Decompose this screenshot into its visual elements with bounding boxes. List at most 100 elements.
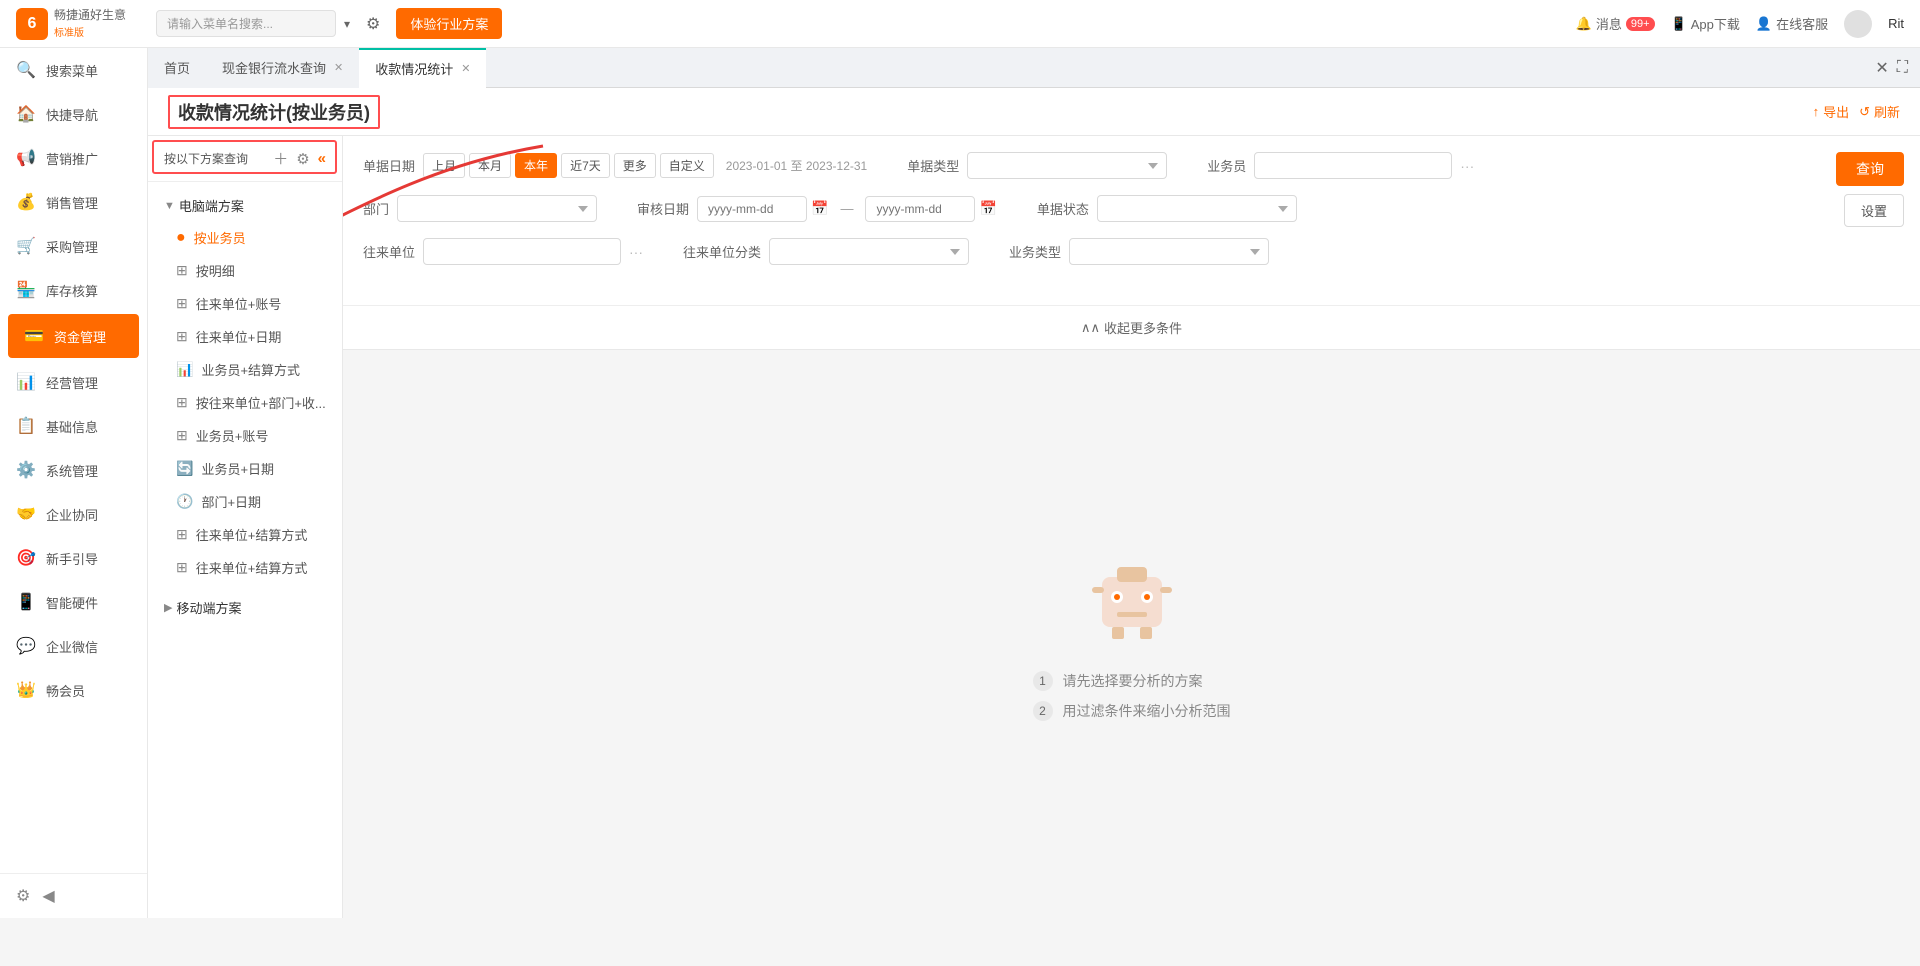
- header-search-box[interactable]: 请输入菜单名搜索...: [156, 10, 336, 37]
- bell-icon: 🔔: [1576, 16, 1592, 32]
- doctype-select[interactable]: [967, 152, 1167, 179]
- filter-partner-cat-field: 往来单位分类: [683, 238, 969, 265]
- scheme-item-sp-account[interactable]: ⊞ 业务员+账号: [148, 419, 342, 452]
- sidebar-bottom: ⚙ ◀: [0, 873, 147, 918]
- scheme-ps2-icon: ⊞: [176, 559, 188, 576]
- prev-month-btn[interactable]: 上月: [423, 153, 465, 178]
- sidebar-item-finance[interactable]: 💳 资金管理: [8, 314, 139, 358]
- sidebar-item-marketing[interactable]: 📢 营销推广: [0, 136, 147, 180]
- sidebar-collapse-icon[interactable]: ◀: [42, 886, 54, 906]
- partner-cat-select[interactable]: [769, 238, 969, 265]
- dept-select[interactable]: [397, 195, 597, 222]
- sidebar-item-enterprise[interactable]: 🤝 企业协同: [0, 492, 147, 536]
- scheme-item-partner-date[interactable]: ⊞ 往来单位+日期: [148, 320, 342, 353]
- wechat-icon: 💬: [16, 636, 36, 656]
- query-button[interactable]: 查询: [1836, 152, 1904, 186]
- tab-bank-flow[interactable]: 现金银行流水查询 ✕: [206, 48, 359, 88]
- gear-icon[interactable]: ⚙: [366, 14, 380, 34]
- scheme-item-by-salesperson[interactable]: ● 按业务员: [148, 221, 342, 254]
- salesperson-input[interactable]: [1254, 152, 1452, 179]
- scheme-item-partner-settle2[interactable]: ⊞ 往来单位+结算方式: [148, 551, 342, 584]
- sidebar-label-marketing: 营销推广: [46, 149, 98, 168]
- scheme-collapse-btn[interactable]: «: [318, 150, 326, 167]
- filter-dept-field: 部门: [363, 195, 597, 222]
- partner-more-btn[interactable]: ···: [629, 244, 643, 260]
- export-btn[interactable]: ↑ 导出: [1813, 102, 1850, 121]
- salesperson-more-btn[interactable]: ···: [1460, 158, 1474, 174]
- collapse-more-btn[interactable]: ∧∧ 收起更多条件: [1081, 318, 1182, 337]
- sidebar-item-quick-nav[interactable]: 🏠 快捷导航: [0, 92, 147, 136]
- nav-dropdown-btn[interactable]: ▾: [344, 17, 350, 31]
- refresh-btn[interactable]: ↺ 刷新: [1859, 102, 1900, 121]
- scheme-add-btn[interactable]: ＋: [273, 148, 288, 169]
- tab-bank-flow-close[interactable]: ✕: [334, 61, 343, 74]
- scheme-item-partner-dept[interactable]: ⊞ 按往来单位+部门+收...: [148, 386, 342, 419]
- sidebar-item-search[interactable]: 🔍 搜索菜单: [0, 48, 147, 92]
- message-btn[interactable]: 🔔 消息 99+: [1576, 14, 1655, 33]
- salesperson-label: 业务员: [1207, 156, 1246, 175]
- settings-button[interactable]: 设置: [1844, 194, 1904, 227]
- sidebar-item-system[interactable]: ⚙️ 系统管理: [0, 448, 147, 492]
- this-month-btn[interactable]: 本月: [469, 153, 511, 178]
- sidebar-item-purchase[interactable]: 🛒 采购管理: [0, 224, 147, 268]
- scheme-settings-btn[interactable]: ⚙: [296, 150, 309, 168]
- scheme-item-by-detail[interactable]: ⊞ 按明细: [148, 254, 342, 287]
- cal-end-icon[interactable]: 📅: [979, 200, 996, 217]
- window-maximize-icon[interactable]: ⛶: [1897, 59, 1908, 77]
- tab-receipt-stats[interactable]: 收款情况统计 ✕: [359, 48, 486, 88]
- sidebar-item-business[interactable]: 📊 经营管理: [0, 360, 147, 404]
- partner-input[interactable]: [423, 238, 621, 265]
- scheme-item-partner-settle1[interactable]: ⊞ 往来单位+结算方式: [148, 518, 342, 551]
- last7-btn[interactable]: 近7天: [561, 153, 610, 178]
- this-year-btn[interactable]: 本年: [515, 153, 557, 178]
- custom-date-btn[interactable]: 自定义: [660, 153, 714, 178]
- sidebar-settings-icon[interactable]: ⚙: [16, 886, 30, 906]
- scheme-sp-settle-icon: 📊: [176, 361, 193, 378]
- sidebar-item-guide[interactable]: 🎯 新手引导: [0, 536, 147, 580]
- search-icon: 🔍: [16, 60, 36, 80]
- scheme-item-sp-date[interactable]: 🔄 业务员+日期: [148, 452, 342, 485]
- date-quick-btns: 上月 本月 本年 近7天 更多 自定义: [423, 153, 714, 178]
- sales-icon: 💰: [16, 192, 36, 212]
- sidebar-item-inventory[interactable]: 🏪 库存核算: [0, 268, 147, 312]
- window-minimize-icon[interactable]: ✕: [1875, 58, 1888, 78]
- sidebar-item-sales[interactable]: 💰 销售管理: [0, 180, 147, 224]
- biztype-select[interactable]: [1069, 238, 1269, 265]
- sidebar-item-basic[interactable]: 📋 基础信息: [0, 404, 147, 448]
- sidebar-item-member[interactable]: 👑 畅会员: [0, 668, 147, 712]
- sidebar-label-finance: 资金管理: [54, 327, 106, 346]
- header-nav: 请输入菜单名搜索... ▾ ⚙ 体验行业方案: [156, 8, 1576, 39]
- user-avatar[interactable]: [1844, 10, 1872, 38]
- audit-date-end[interactable]: [865, 196, 975, 222]
- online-service-btn[interactable]: 👤 在线客服: [1756, 14, 1828, 33]
- scheme-item-salesperson-settle[interactable]: 📊 业务员+结算方式: [148, 353, 342, 386]
- more-date-btn[interactable]: 更多: [614, 153, 656, 178]
- trial-button[interactable]: 体验行业方案: [396, 8, 502, 39]
- docstatus-label: 单据状态: [1037, 199, 1089, 218]
- sidebar-item-hardware[interactable]: 📱 智能硬件: [0, 580, 147, 624]
- filter-row-2: 部门 审核日期 📅 —: [363, 195, 1800, 222]
- scheme-desktop-group-title[interactable]: ▼ 电脑端方案: [148, 190, 342, 221]
- dept-label: 部门: [363, 199, 389, 218]
- scheme-item-partner-account[interactable]: ⊞ 往来单位+账号: [148, 287, 342, 320]
- scheme-item-dept-date[interactable]: 🕐 部门+日期: [148, 485, 342, 518]
- sidebar-label-wechat: 企业微信: [46, 637, 98, 656]
- empty-tip-1: 1 请先选择要分析的方案: [1033, 671, 1231, 691]
- finance-icon: 💳: [24, 326, 44, 346]
- service-icon: 👤: [1756, 16, 1772, 32]
- filter-fields: 单据日期 上月 本月 本年 近7天 更多 自定义 2023-01-01 至 20…: [343, 136, 1820, 297]
- home-icon: 🏠: [16, 104, 36, 124]
- more-conditions-bar: ∧∧ 收起更多条件: [343, 305, 1920, 349]
- tab-home[interactable]: 首页: [148, 48, 206, 88]
- partner-label: 往来单位: [363, 242, 415, 261]
- cal-start-icon[interactable]: 📅: [811, 200, 828, 217]
- sidebar-item-wechat[interactable]: 💬 企业微信: [0, 624, 147, 668]
- audit-date-start[interactable]: [697, 196, 807, 222]
- scheme-mobile-group-title[interactable]: ▶ 移动端方案: [148, 592, 342, 623]
- filter-partner-field: 往来单位 ···: [363, 238, 643, 265]
- docstatus-select[interactable]: [1097, 195, 1297, 222]
- empty-tips: 1 请先选择要分析的方案 2 用过滤条件来缩小分析范围: [1033, 671, 1231, 721]
- content-area: 按以下方案查询 ＋ ⚙ « ▼ 电脑端方案 ● 按业务员 ⊞ 按明细: [148, 136, 1920, 918]
- app-download-btn[interactable]: 📱 App下载: [1671, 14, 1740, 33]
- tab-receipt-stats-close[interactable]: ✕: [461, 62, 470, 75]
